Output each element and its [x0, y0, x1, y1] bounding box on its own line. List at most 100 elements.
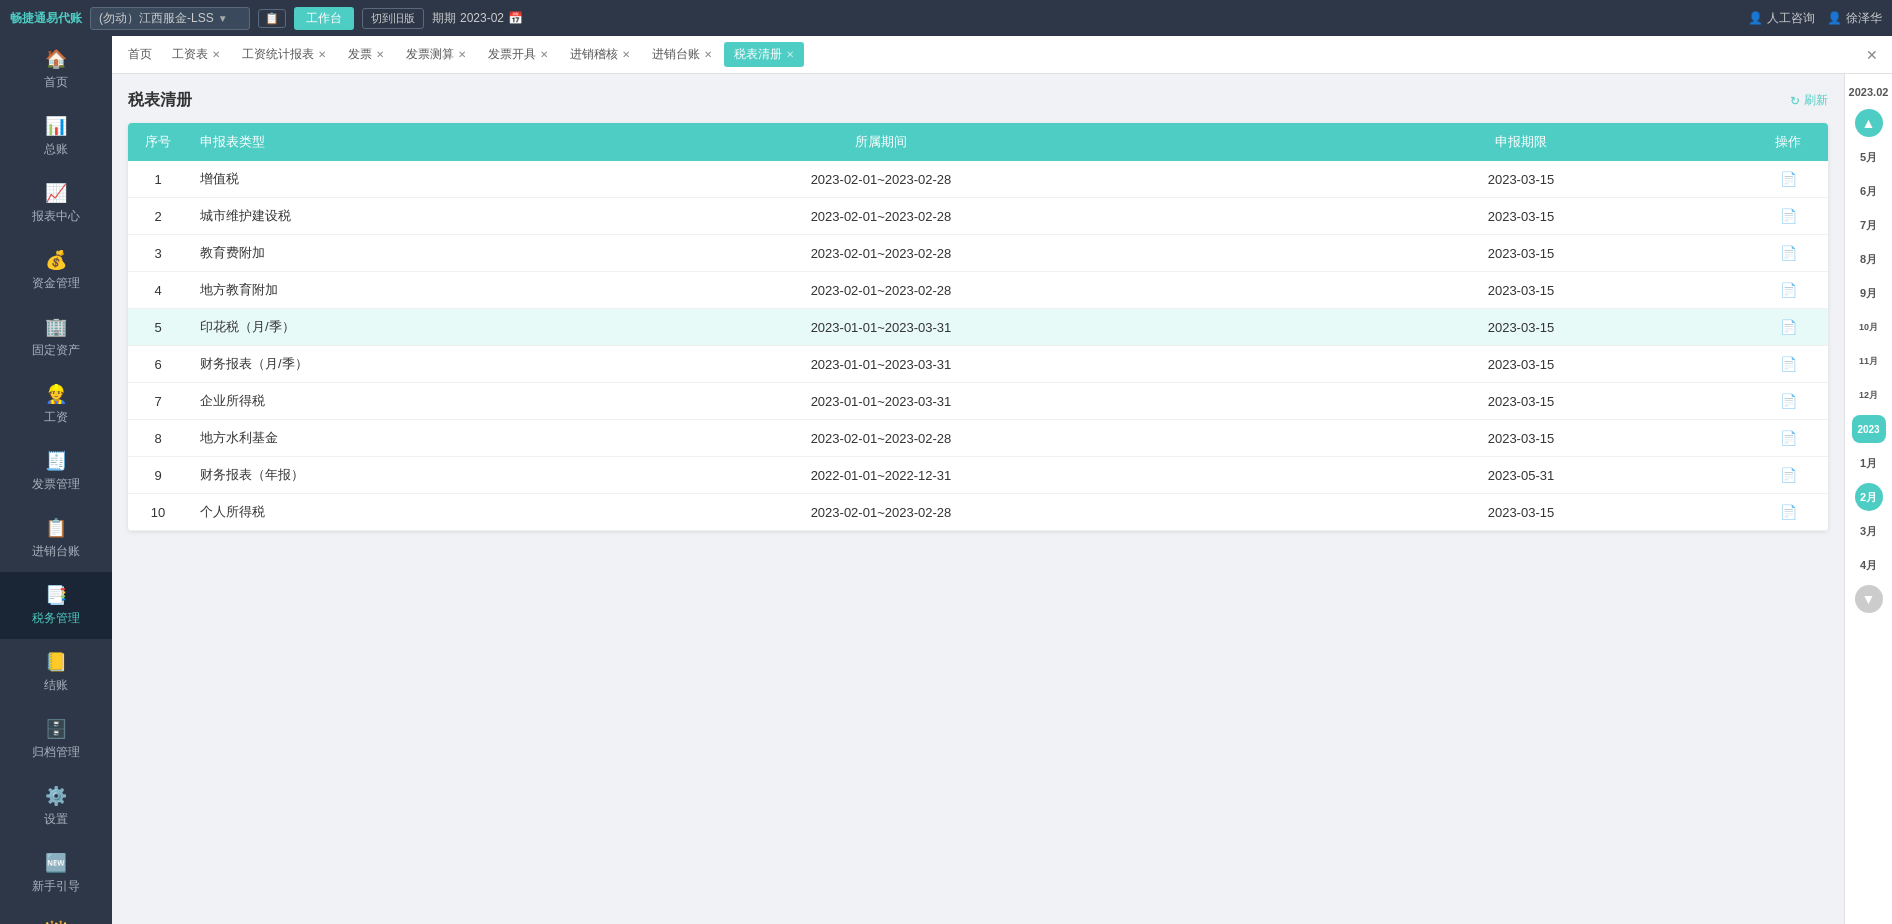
cell-action[interactable]: 📄 — [1748, 383, 1828, 420]
ai-consult[interactable]: 👤 人工咨询 — [1748, 10, 1815, 27]
cell-action[interactable]: 📄 — [1748, 457, 1828, 494]
panel-month-3[interactable]: 3月 — [1845, 514, 1892, 548]
tab-close-purchase-audit[interactable]: ✕ — [622, 49, 630, 60]
tab-close-invoice-open[interactable]: ✕ — [540, 49, 548, 60]
action-icon[interactable]: 📄 — [1780, 319, 1797, 335]
sidebar-item-invoice[interactable]: 🧾 发票管理 — [0, 438, 112, 505]
panel-scroll-up[interactable]: ▲ — [1845, 106, 1892, 140]
month-4-circle[interactable]: 4月 — [1855, 551, 1883, 579]
panel-month-6[interactable]: 6月 — [1845, 174, 1892, 208]
action-icon[interactable]: 📄 — [1780, 504, 1797, 520]
action-icon[interactable]: 📄 — [1780, 467, 1797, 483]
panel-month-11[interactable]: 11月 — [1845, 344, 1892, 378]
tab-invoice[interactable]: 发票 ✕ — [338, 42, 394, 67]
cell-action[interactable]: 📄 — [1748, 235, 1828, 272]
sidebar-item-purchase[interactable]: 📋 进销台账 — [0, 505, 112, 572]
tab-invoice-calc[interactable]: 发票测算 ✕ — [396, 42, 476, 67]
action-icon[interactable]: 📄 — [1780, 208, 1797, 224]
col-action: 操作 — [1748, 123, 1828, 161]
sidebar-item-assets[interactable]: 🏢 固定资产 — [0, 304, 112, 371]
tab-purchase-ledger[interactable]: 进销台账 ✕ — [642, 42, 722, 67]
app-logo: 畅捷通易代账 — [10, 10, 82, 27]
action-icon[interactable]: 📄 — [1780, 393, 1797, 409]
sidebar-item-guide[interactable]: 🆕 新手引导 — [0, 840, 112, 907]
archive-button[interactable]: 📋 — [258, 9, 286, 28]
panel-month-1[interactable]: 1月 — [1845, 446, 1892, 480]
sidebar-label-tax: 税务管理 — [32, 610, 80, 627]
sidebar-item-salary[interactable]: 👷 工资 — [0, 371, 112, 438]
switch-old-button[interactable]: 切到旧版 — [362, 8, 424, 29]
cell-action[interactable]: 📄 — [1748, 346, 1828, 383]
action-icon[interactable]: 📄 — [1780, 282, 1797, 298]
cell-deadline: 2023-03-15 — [1294, 198, 1748, 235]
tab-home[interactable]: 首页 — [120, 42, 160, 67]
sidebar-item-archive[interactable]: 🗄️ 归档管理 — [0, 706, 112, 773]
cell-action[interactable]: 📄 — [1748, 420, 1828, 457]
panel-month-4[interactable]: 4月 — [1845, 548, 1892, 582]
tab-purchase-audit[interactable]: 进销稽核 ✕ — [560, 42, 640, 67]
sidebar-item-report[interactable]: 📈 报表中心 — [0, 170, 112, 237]
cell-type: 增值税 — [188, 161, 468, 198]
panel-month-5[interactable]: 5月 — [1845, 140, 1892, 174]
sidebar-item-member[interactable]: 👑 畅会员 — [0, 907, 112, 924]
month-3-circle[interactable]: 3月 — [1855, 517, 1883, 545]
action-icon[interactable]: 📄 — [1780, 430, 1797, 446]
action-icon[interactable]: 📄 — [1780, 245, 1797, 261]
month-1-circle[interactable]: 1月 — [1855, 449, 1883, 477]
month-7-circle[interactable]: 7月 — [1855, 211, 1883, 239]
panel-scroll-down[interactable]: ▼ — [1845, 582, 1892, 616]
cell-action[interactable]: 📄 — [1748, 272, 1828, 309]
month-8-circle[interactable]: 8月 — [1855, 245, 1883, 273]
tab-tax-register[interactable]: 税表清册 ✕ — [724, 42, 804, 67]
month-12-circle[interactable]: 12月 — [1855, 381, 1883, 409]
cell-action[interactable]: 📄 — [1748, 494, 1828, 531]
sidebar-item-funds[interactable]: 💰 资金管理 — [0, 237, 112, 304]
panel-month-12[interactable]: 12月 — [1845, 378, 1892, 412]
cell-action[interactable]: 📄 — [1748, 198, 1828, 235]
sidebar-item-tax[interactable]: 📑 税务管理 — [0, 572, 112, 639]
table-row: 3 教育费附加 2023-02-01~2023-02-28 2023-03-15… — [128, 235, 1828, 272]
calendar-icon[interactable]: 📅 — [508, 11, 523, 25]
panel-month-9[interactable]: 9月 — [1845, 276, 1892, 310]
close-all-tabs-button[interactable]: ✕ — [1860, 45, 1884, 65]
panel-month-8[interactable]: 8月 — [1845, 242, 1892, 276]
user-info[interactable]: 👤 徐泽华 — [1827, 10, 1882, 27]
month-10-circle[interactable]: 10月 — [1855, 313, 1883, 341]
month-5-circle[interactable]: 5月 — [1855, 143, 1883, 171]
tab-close-invoice-calc[interactable]: ✕ — [458, 49, 466, 60]
cell-no: 5 — [128, 309, 188, 346]
workbench-button[interactable]: 工作台 — [294, 7, 354, 30]
action-icon[interactable]: 📄 — [1780, 356, 1797, 372]
cell-action[interactable]: 📄 — [1748, 309, 1828, 346]
panel-month-10[interactable]: 10月 — [1845, 310, 1892, 344]
sidebar-item-ledger[interactable]: 📊 总账 — [0, 103, 112, 170]
action-icon[interactable]: 📄 — [1780, 171, 1797, 187]
panel-month-2[interactable]: 2月 — [1845, 480, 1892, 514]
sidebar-item-settings[interactable]: ⚙️ 设置 — [0, 773, 112, 840]
tab-close-invoice[interactable]: ✕ — [376, 49, 384, 60]
month-9-circle[interactable]: 9月 — [1855, 279, 1883, 307]
panel-month-7[interactable]: 7月 — [1845, 208, 1892, 242]
cell-action[interactable]: 📄 — [1748, 161, 1828, 198]
cell-period: 2023-01-01~2023-03-31 — [468, 383, 1294, 420]
up-arrow-icon[interactable]: ▲ — [1855, 109, 1883, 137]
refresh-button[interactable]: ↻ 刷新 — [1790, 92, 1828, 109]
page-main: 税表清册 ↻ 刷新 序号 申报表类型 所属期间 申报期限 操作 — [112, 74, 1844, 924]
month-2-circle[interactable]: 2月 — [1855, 483, 1883, 511]
company-selector[interactable]: (勿动）江西服金-LSS ▼ — [90, 7, 250, 30]
cell-no: 6 — [128, 346, 188, 383]
down-arrow-icon[interactable]: ▼ — [1855, 585, 1883, 613]
tab-salary-report[interactable]: 工资统计报表 ✕ — [232, 42, 336, 67]
month-11-circle[interactable]: 11月 — [1855, 347, 1883, 375]
sidebar-label-settings: 设置 — [44, 811, 68, 828]
tab-close-salary[interactable]: ✕ — [212, 49, 220, 60]
month-6-circle[interactable]: 6月 — [1855, 177, 1883, 205]
tab-close-salary-report[interactable]: ✕ — [318, 49, 326, 60]
ledger-icon: 📊 — [45, 115, 67, 137]
tab-salary-table[interactable]: 工资表 ✕ — [162, 42, 230, 67]
sidebar-item-close[interactable]: 📒 结账 — [0, 639, 112, 706]
sidebar-item-home[interactable]: 🏠 首页 — [0, 36, 112, 103]
tab-close-tax-register[interactable]: ✕ — [786, 49, 794, 60]
tab-invoice-open[interactable]: 发票开具 ✕ — [478, 42, 558, 67]
tab-close-purchase-ledger[interactable]: ✕ — [704, 49, 712, 60]
